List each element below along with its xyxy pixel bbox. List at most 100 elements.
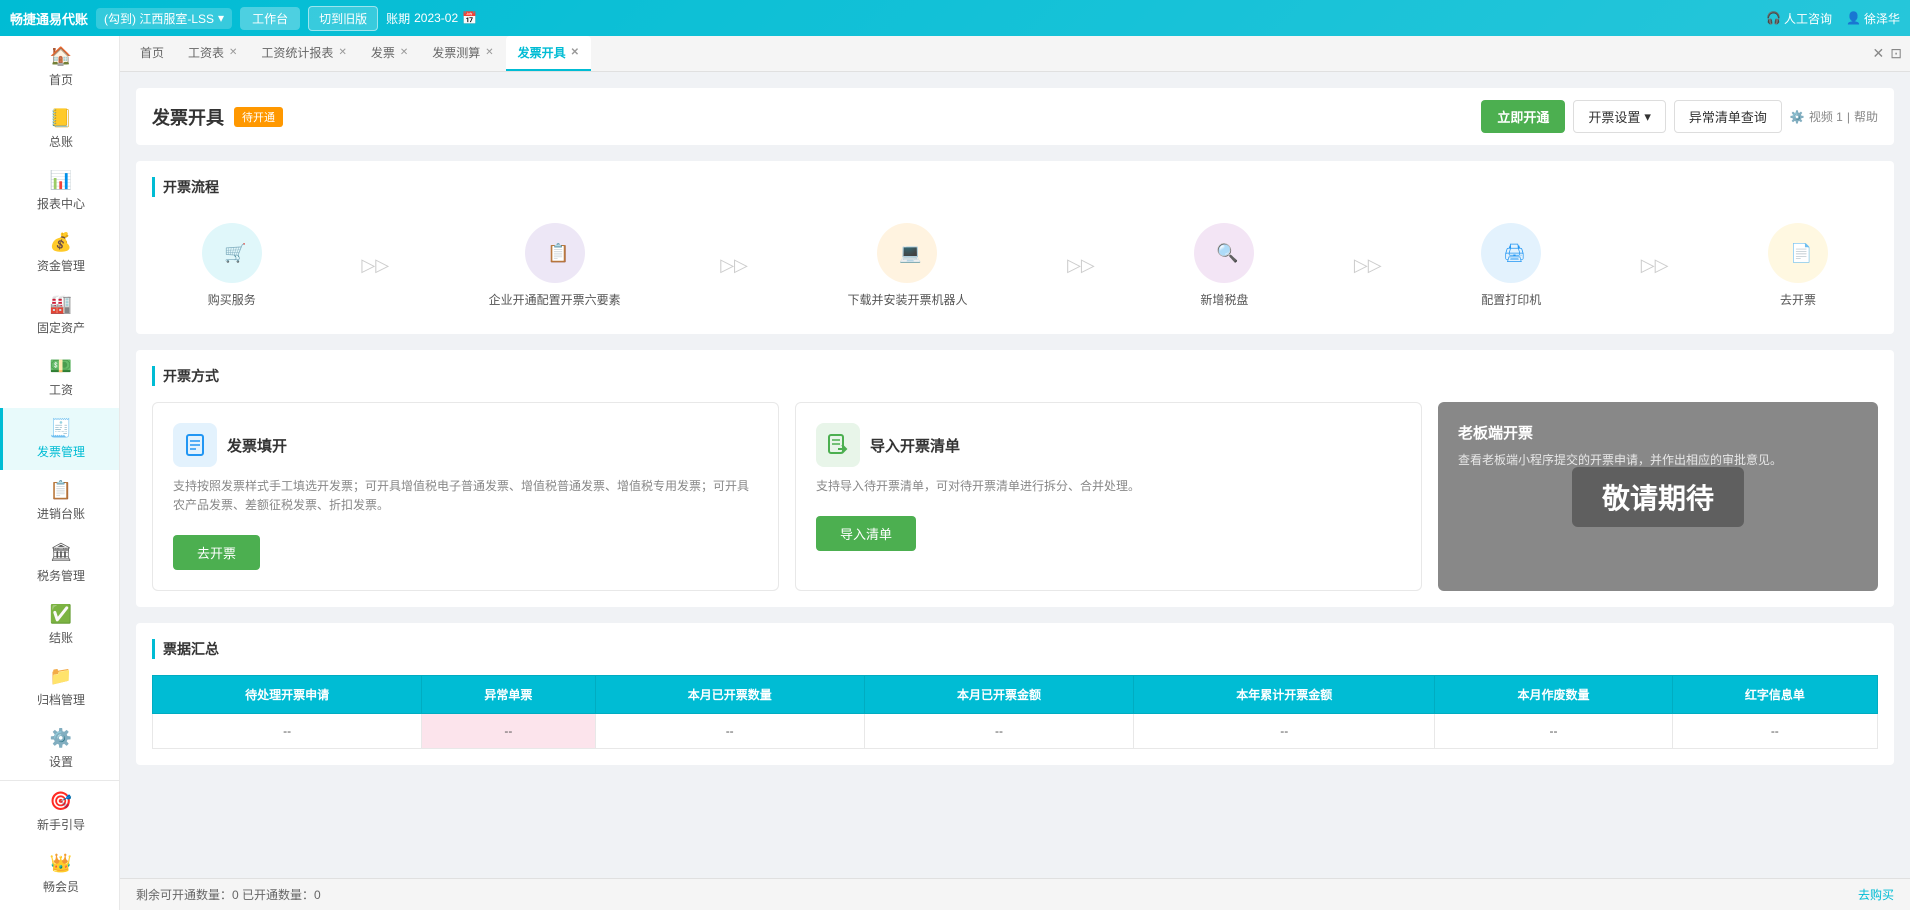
- old-version-button[interactable]: 切到旧版: [308, 6, 378, 31]
- play-icon: ⚙️: [1790, 110, 1805, 124]
- method-section: 开票方式: [136, 350, 1894, 607]
- tax-disk-icon: 🔍: [1194, 223, 1254, 283]
- buy-link[interactable]: 去购买: [1858, 886, 1894, 903]
- company-name: (勾到) 江西服室-LSS: [104, 10, 214, 27]
- tab-close-all-button[interactable]: ✕: [1873, 45, 1885, 62]
- tab-close-salary[interactable]: ✕: [229, 47, 237, 58]
- flow-section: 开票流程 🛒 购买服务 ▷▷ 📋 企业开通配置开票六要素: [136, 161, 1894, 334]
- summary-section: 票据汇总 待处理开票申请 异常单票 本月已开票数量 本月已开票金额 本年累计开票…: [136, 623, 1894, 765]
- tab-salary-report[interactable]: 工资统计报表 ✕: [249, 36, 358, 71]
- val-month-count: --: [595, 714, 864, 749]
- flow-arrow-2: ▷▷: [720, 255, 748, 276]
- archive-icon: 📁: [50, 666, 72, 687]
- sidebar-item-invoice[interactable]: 🧾 发票管理: [0, 408, 119, 470]
- tab-bar-actions: ✕ ⊡: [1873, 45, 1902, 62]
- company-selector[interactable]: (勾到) 江西服室-LSS ▾: [96, 8, 232, 29]
- tab-invoice-tool[interactable]: 发票开具 ✕: [506, 36, 591, 71]
- sidebar-item-home[interactable]: 🏠 首页: [0, 36, 119, 98]
- coming-soon-text: 敬请期待: [1572, 467, 1744, 527]
- sidebar-item-guide[interactable]: 🎯 新手引导: [0, 781, 119, 843]
- issue-label: 去开票: [1780, 291, 1816, 308]
- method-card-import: 导入开票清单 支持导入待开票清单，可对待开票清单进行拆分、合并处理。 导入清单: [795, 402, 1422, 591]
- tab-close-invoice[interactable]: ✕: [400, 47, 408, 58]
- ledger-icon: 📒: [50, 108, 72, 129]
- tab-label-invoice: 发票: [371, 44, 395, 61]
- person-icon: 👤: [1846, 11, 1861, 25]
- page-title-row: 发票开具 待开通: [152, 104, 283, 130]
- sidebar-item-tax[interactable]: 🏛 税务管理: [0, 532, 119, 594]
- sidebar-item-ledger[interactable]: 📒 总账: [0, 98, 119, 160]
- buy-service-icon: 🛒: [202, 223, 262, 283]
- col-month-count: 本月已开票数量: [595, 676, 864, 714]
- sidebar-label-purchase: 进销台账: [37, 505, 85, 522]
- period-label: 账期: [386, 10, 410, 27]
- sidebar-label-home: 首页: [49, 71, 73, 88]
- support-link[interactable]: 🎧 人工咨询: [1766, 10, 1832, 27]
- content-area: 首页 工资表 ✕ 工资统计报表 ✕ 发票 ✕ 发票测算 ✕ 发票开具 ✕: [120, 36, 1910, 910]
- sidebar-item-salary[interactable]: 💵 工资: [0, 346, 119, 408]
- assets-icon: 🏭: [50, 294, 72, 315]
- header-actions: 立即开通 开票设置 ▾ 异常清单查询 ⚙️ 视频 1 | 帮助: [1481, 100, 1878, 133]
- tab-invoice-calc[interactable]: 发票测算 ✕: [420, 36, 505, 71]
- method-card-import-header: 导入开票清单: [816, 423, 1401, 467]
- import-list-button[interactable]: 导入清单: [816, 516, 916, 551]
- col-month-amount: 本月已开票金额: [864, 676, 1133, 714]
- val-abnormal: --: [422, 714, 595, 749]
- config-label: 企业开通配置开票六要素: [489, 291, 621, 308]
- go-issue-button[interactable]: 去开票: [173, 535, 260, 570]
- tab-salary-table[interactable]: 工资表 ✕: [176, 36, 249, 71]
- sidebar-label-member: 畅会员: [43, 878, 79, 895]
- flow-step-config[interactable]: 📋 企业开通配置开票六要素: [489, 223, 621, 308]
- flow-step-issue[interactable]: 📄 去开票: [1768, 223, 1828, 308]
- open-now-button[interactable]: 立即开通: [1481, 100, 1565, 133]
- sidebar-item-archive[interactable]: 📁 归档管理: [0, 656, 119, 718]
- abnormal-query-button[interactable]: 异常清单查询: [1674, 100, 1782, 133]
- method-section-title: 开票方式: [152, 366, 1878, 386]
- bottom-bar: 剩余可开通数量：0 已开通数量：0 去购买: [120, 878, 1910, 910]
- tab-home[interactable]: 首页: [128, 36, 176, 71]
- flow-step-buy-service[interactable]: 🛒 购买服务: [202, 223, 262, 308]
- val-pending: --: [153, 714, 422, 749]
- flow-step-download[interactable]: 💻 下载并安装开票机器人: [847, 223, 967, 308]
- flow-step-printer[interactable]: 🖨 配置打印机: [1481, 223, 1541, 308]
- help-text[interactable]: 帮助: [1854, 108, 1878, 125]
- sidebar-item-assets[interactable]: 🏭 固定资产: [0, 284, 119, 346]
- flow-arrow-5: ▷▷: [1641, 255, 1669, 276]
- sidebar-item-settings[interactable]: ⚙️ 设置: [0, 718, 119, 780]
- sidebar-item-settlement[interactable]: ✅ 结账: [0, 594, 119, 656]
- flow-arrow-4: ▷▷: [1354, 255, 1382, 276]
- val-red-note: --: [1672, 714, 1877, 749]
- tab-restore-button[interactable]: ⊡: [1890, 45, 1902, 62]
- open-settings-button[interactable]: 开票设置 ▾: [1573, 100, 1666, 133]
- tab-close-invoice-tool[interactable]: ✕: [571, 47, 579, 58]
- workspace-button[interactable]: 工作台: [240, 7, 300, 30]
- summary-table-header: 待处理开票申请 异常单票 本月已开票数量 本月已开票金额 本年累计开票金额 本月…: [153, 676, 1878, 714]
- tab-invoice[interactable]: 发票 ✕: [359, 36, 420, 71]
- tab-close-salary-report[interactable]: ✕: [338, 47, 346, 58]
- remaining-text: 剩余可开通数量：0: [136, 888, 239, 902]
- calendar-icon[interactable]: 📅: [462, 11, 477, 25]
- sidebar-label-ledger: 总账: [49, 133, 73, 150]
- sidebar-item-unpin[interactable]: 📌 取消固定: [0, 905, 119, 910]
- sidebar-label-reports: 报表中心: [37, 195, 85, 212]
- col-year-amount: 本年累计开票金额: [1134, 676, 1435, 714]
- tab-close-invoice-calc[interactable]: ✕: [485, 47, 493, 58]
- open-settings-label: 开票设置: [1588, 107, 1640, 126]
- sidebar-item-purchase[interactable]: 📋 进销台账: [0, 470, 119, 532]
- manual-method-title: 发票填开: [227, 435, 287, 456]
- guide-icon: 🎯: [50, 791, 72, 812]
- col-abnormal: 异常单票: [422, 676, 595, 714]
- salary-icon: 💵: [50, 356, 72, 377]
- sidebar-item-member[interactable]: 👑 畅会员: [0, 843, 119, 905]
- chevron-down-icon: ▾: [1644, 109, 1651, 125]
- user-avatar[interactable]: 👤 徐泽华: [1846, 10, 1900, 27]
- sidebar-item-reports[interactable]: 📊 报表中心: [0, 160, 119, 222]
- sidebar-label-settings: 设置: [49, 753, 73, 770]
- flow-step-tax-disk[interactable]: 🔍 新增税盘: [1194, 223, 1254, 308]
- period-value: 2023-02: [414, 11, 458, 25]
- summary-table: 待处理开票申请 异常单票 本月已开票数量 本月已开票金额 本年累计开票金额 本月…: [152, 675, 1878, 749]
- old-portal-card: 老板端开票 查看老板端小程序提交的开票申请，并作出相应的审批意见。 敬请期待: [1438, 402, 1878, 591]
- printer-label: 配置打印机: [1481, 291, 1541, 308]
- buy-service-label: 购买服务: [208, 291, 256, 308]
- sidebar-item-funds[interactable]: 💰 资金管理: [0, 222, 119, 284]
